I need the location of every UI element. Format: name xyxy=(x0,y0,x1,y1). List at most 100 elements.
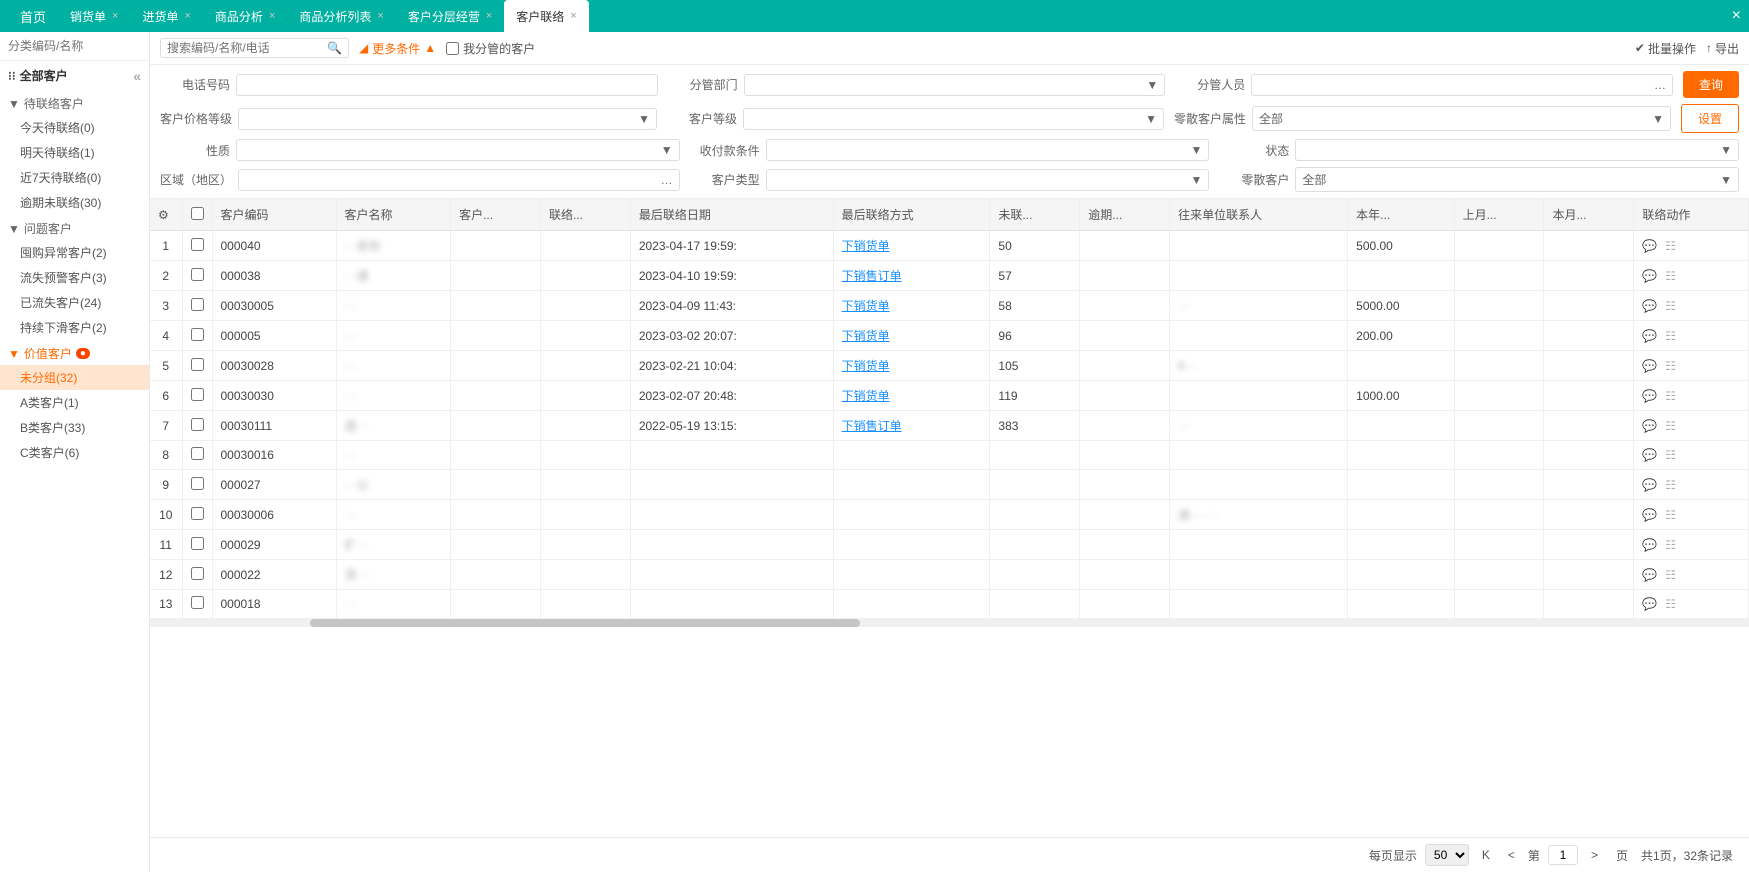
row-checkbox[interactable] xyxy=(182,470,212,500)
sidebar-item-class-a[interactable]: A类客户(1) xyxy=(0,390,149,415)
last-page-btn[interactable]: 页 xyxy=(1611,845,1633,866)
price-level-select[interactable]: ▼ xyxy=(238,108,657,130)
row-checkbox[interactable] xyxy=(182,351,212,381)
col-settings[interactable]: ⚙ xyxy=(150,199,182,231)
grid-action-icon[interactable]: ☷ xyxy=(1665,359,1676,373)
nav-customer-segment[interactable]: 客户分层经营 × xyxy=(396,0,504,32)
comment-icon[interactable]: 💬 xyxy=(1642,239,1657,253)
sidebar-item-declining[interactable]: 持续下滑客户(2) xyxy=(0,315,149,340)
sidebar-search-input[interactable] xyxy=(8,39,150,53)
nav-customer-contact[interactable]: 客户联络 × xyxy=(504,0,588,32)
comment-icon[interactable]: 💬 xyxy=(1642,269,1657,283)
row-checkbox[interactable] xyxy=(182,560,212,590)
my-customers-checkbox[interactable] xyxy=(446,42,459,55)
comment-icon[interactable]: 💬 xyxy=(1642,478,1657,492)
close-icon[interactable]: × xyxy=(377,10,383,22)
page-number-input[interactable] xyxy=(1548,845,1578,865)
grid-action-icon[interactable]: ☷ xyxy=(1665,329,1676,343)
main-search-input[interactable] xyxy=(167,41,327,55)
my-customers-check[interactable]: 我分管的客户 xyxy=(446,40,535,57)
grid-action-icon[interactable]: ☷ xyxy=(1665,568,1676,582)
retail-attr-select[interactable]: 全部 ▼ xyxy=(1252,106,1671,131)
comment-icon[interactable]: 💬 xyxy=(1642,448,1657,462)
sidebar-item-today-pending[interactable]: 今天待联络(0) xyxy=(0,115,149,140)
sidebar-group-pending-contact[interactable]: ▼ 待联络客户 xyxy=(0,90,149,115)
nav-home[interactable]: 首页 xyxy=(8,0,58,32)
close-icon[interactable]: × xyxy=(184,10,190,22)
phone-input[interactable] xyxy=(236,74,658,96)
comment-icon[interactable]: 💬 xyxy=(1642,299,1657,313)
sidebar-item-tomorrow-pending[interactable]: 明天待联络(1) xyxy=(0,140,149,165)
nature-select[interactable]: ▼ xyxy=(236,139,680,161)
row-checkbox[interactable] xyxy=(182,500,212,530)
grid-action-icon[interactable]: ☷ xyxy=(1665,478,1676,492)
export-btn[interactable]: ↑ 导出 xyxy=(1706,40,1739,57)
retail-customer-select[interactable]: 全部 ▼ xyxy=(1295,167,1739,192)
more-conditions-btn[interactable]: ◢ 更多条件 ▲ xyxy=(359,40,436,57)
close-icon[interactable]: × xyxy=(486,10,492,22)
page-size-select[interactable]: 50 xyxy=(1425,844,1469,866)
sidebar-item-ungrouped[interactable]: 未分组(32) xyxy=(0,365,149,390)
sidebar-group-value-customers[interactable]: ▼ 价值客户 ● xyxy=(0,340,149,365)
sidebar-item-7days-pending[interactable]: 近7天待联络(0) xyxy=(0,165,149,190)
row-checkbox[interactable] xyxy=(182,590,212,619)
grid-action-icon[interactable]: ☷ xyxy=(1665,239,1676,253)
batch-ops-btn[interactable]: ✔ 批量操作 xyxy=(1635,40,1696,57)
first-page-btn[interactable]: K xyxy=(1477,846,1495,864)
row-checkbox[interactable] xyxy=(182,321,212,351)
sidebar-item-class-c[interactable]: C类客户(6) xyxy=(0,440,149,465)
comment-icon[interactable]: 💬 xyxy=(1642,419,1657,433)
comment-icon[interactable]: 💬 xyxy=(1642,568,1657,582)
grid-action-icon[interactable]: ☷ xyxy=(1665,419,1676,433)
row-checkbox[interactable] xyxy=(182,291,212,321)
grid-action-icon[interactable]: ☷ xyxy=(1665,269,1676,283)
nav-product-analysis[interactable]: 商品分析 × xyxy=(203,0,287,32)
window-close-icon[interactable]: × xyxy=(1732,7,1741,25)
sidebar-group-problem-customers[interactable]: ▼ 问题客户 xyxy=(0,215,149,240)
close-icon[interactable]: × xyxy=(570,10,576,22)
manager-select[interactable]: … xyxy=(1251,74,1673,96)
close-icon[interactable]: × xyxy=(112,10,118,22)
horizontal-scrollbar[interactable] xyxy=(150,619,1749,627)
row-checkbox[interactable] xyxy=(182,381,212,411)
col-checkbox[interactable] xyxy=(182,199,212,231)
customer-level-select[interactable]: ▼ xyxy=(743,108,1164,130)
all-customers-header[interactable]: ⁝⁝ 全部客户 « xyxy=(0,61,149,90)
grid-action-icon[interactable]: ☷ xyxy=(1665,508,1676,522)
comment-icon[interactable]: 💬 xyxy=(1642,538,1657,552)
row-checkbox[interactable] xyxy=(182,530,212,560)
scrollbar-thumb[interactable] xyxy=(310,619,860,627)
comment-icon[interactable]: 💬 xyxy=(1642,597,1657,611)
close-icon[interactable]: × xyxy=(269,10,275,22)
grid-action-icon[interactable]: ☷ xyxy=(1665,389,1676,403)
row-checkbox[interactable] xyxy=(182,231,212,261)
select-all-checkbox[interactable] xyxy=(191,207,204,220)
sidebar-item-churned[interactable]: 已流失客户(24) xyxy=(0,290,149,315)
nav-product-analysis-list[interactable]: 商品分析列表 × xyxy=(287,0,395,32)
grid-action-icon[interactable]: ☷ xyxy=(1665,597,1676,611)
prev-page-btn[interactable]: < xyxy=(1503,846,1520,864)
comment-icon[interactable]: 💬 xyxy=(1642,329,1657,343)
query-button[interactable]: 查询 xyxy=(1683,71,1739,98)
comment-icon[interactable]: 💬 xyxy=(1642,389,1657,403)
dept-select[interactable]: ▼ xyxy=(744,74,1166,96)
sidebar-item-overdue-pending[interactable]: 逾期未联络(30) xyxy=(0,190,149,215)
grid-action-icon[interactable]: ☷ xyxy=(1665,299,1676,313)
grid-action-icon[interactable]: ☷ xyxy=(1665,538,1676,552)
row-checkbox[interactable] xyxy=(182,411,212,441)
sidebar-item-hoarding-abnormal[interactable]: 囤购异常客户(2) xyxy=(0,240,149,265)
nav-purchase-order[interactable]: 进货单 × xyxy=(130,0,202,32)
customer-type-select[interactable]: ▼ xyxy=(766,169,1210,191)
sidebar-item-churn-warning[interactable]: 流失预警客户(3) xyxy=(0,265,149,290)
row-checkbox[interactable] xyxy=(182,261,212,291)
payment-select[interactable]: ▼ xyxy=(766,139,1210,161)
sidebar-item-class-b[interactable]: B类客户(33) xyxy=(0,415,149,440)
nav-sales-order[interactable]: 销货单 × xyxy=(58,0,130,32)
comment-icon[interactable]: 💬 xyxy=(1642,359,1657,373)
row-checkbox[interactable] xyxy=(182,441,212,470)
reset-button[interactable]: 设置 xyxy=(1681,104,1739,133)
region-select[interactable]: … xyxy=(238,169,680,191)
grid-action-icon[interactable]: ☷ xyxy=(1665,448,1676,462)
status-select[interactable]: ▼ xyxy=(1295,139,1739,161)
comment-icon[interactable]: 💬 xyxy=(1642,508,1657,522)
